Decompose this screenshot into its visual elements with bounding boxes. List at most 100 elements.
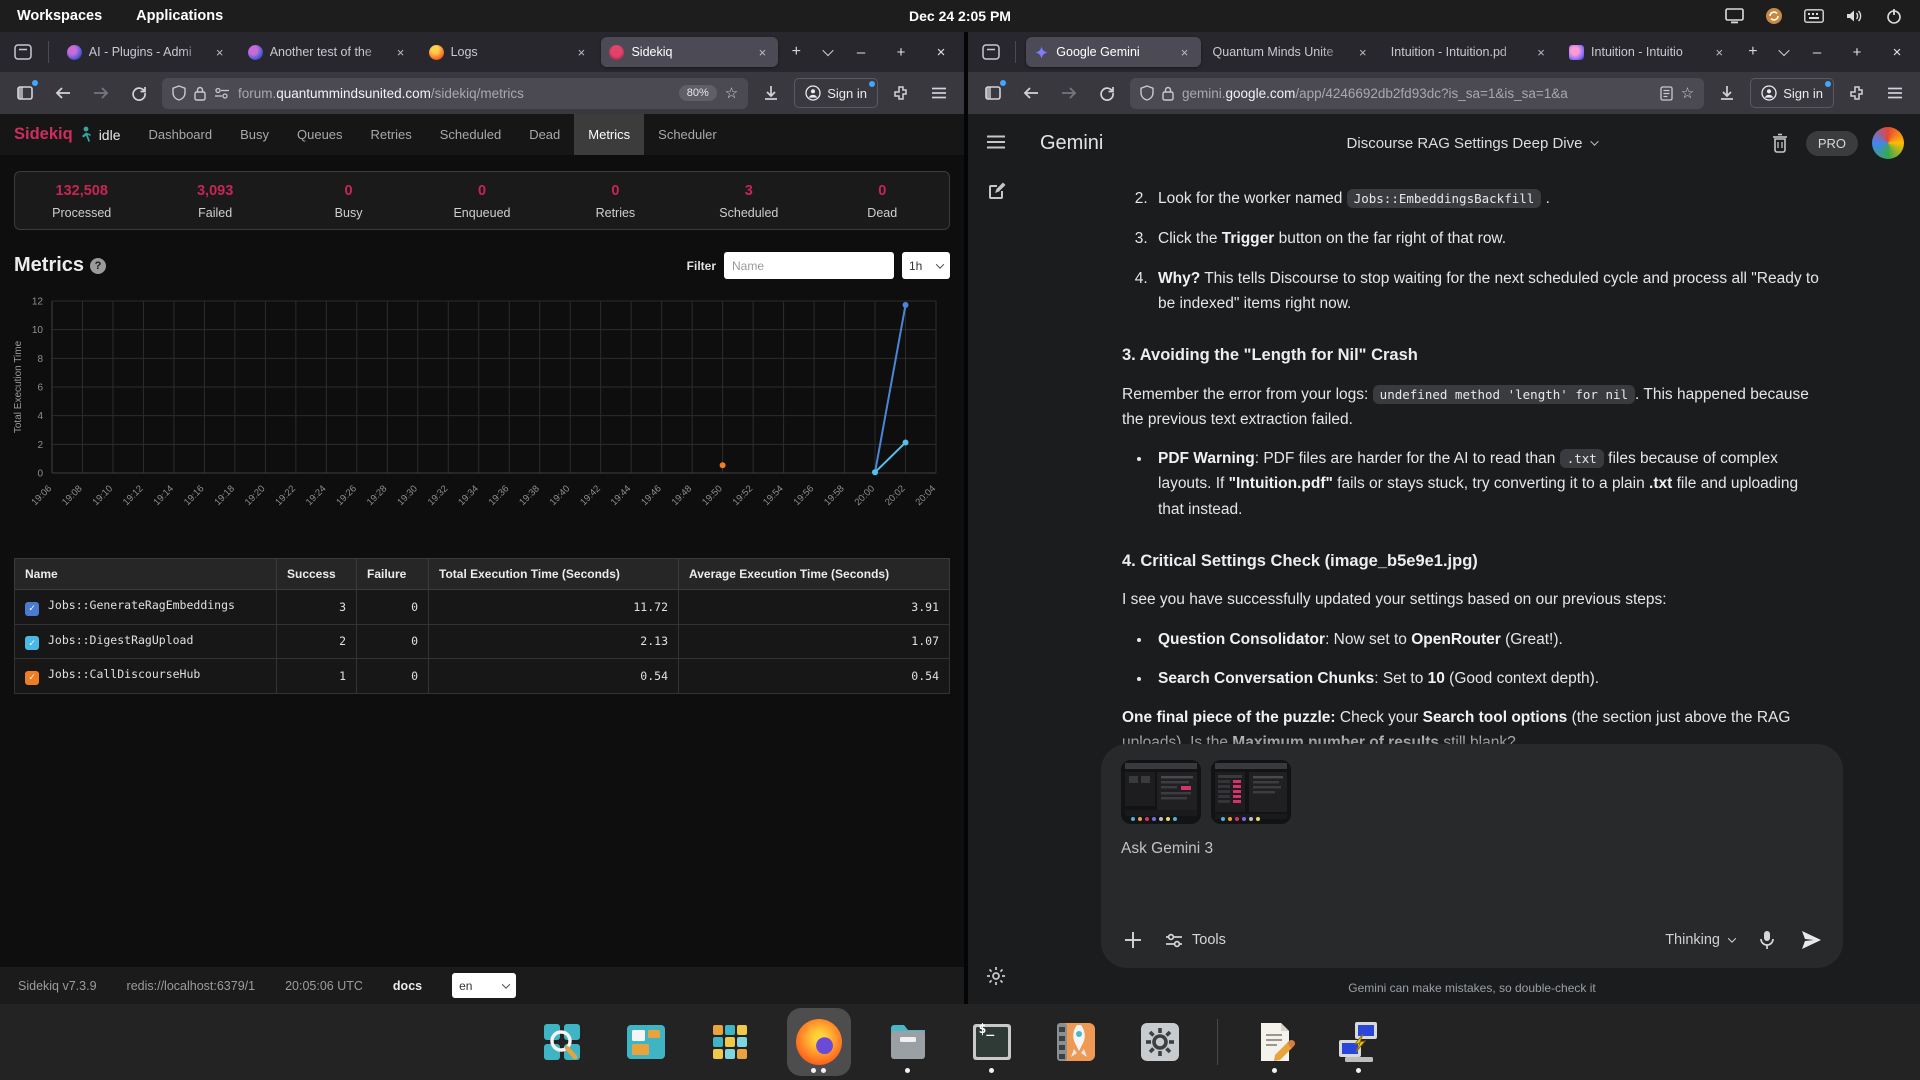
column-header-total[interactable]: Total Execution Time (Seconds) <box>428 558 679 590</box>
shield-icon[interactable] <box>172 85 186 101</box>
file-manager-icon[interactable] <box>881 1008 935 1076</box>
close-icon[interactable] <box>754 44 770 60</box>
remote-desktop-icon[interactable] <box>1332 1008 1386 1076</box>
tab-google-gemini[interactable]: Google Gemini <box>1026 37 1201 67</box>
send-icon[interactable] <box>1799 928 1823 952</box>
column-header-name[interactable]: Name <box>14 558 277 590</box>
tab-list-icon[interactable] <box>814 38 842 66</box>
column-header-success[interactable]: Success <box>276 558 357 590</box>
keyboard-icon[interactable] <box>1804 6 1824 26</box>
firefox-dock-icon[interactable] <box>786 1008 851 1076</box>
series-checkbox[interactable] <box>25 670 39 685</box>
close-window-button[interactable] <box>1882 39 1912 65</box>
sign-in-button[interactable]: Sign in <box>1750 78 1834 108</box>
new-tab-button[interactable] <box>1739 38 1766 66</box>
extensions-icon[interactable] <box>1842 78 1872 108</box>
minimize-button[interactable] <box>846 39 876 65</box>
attachment-thumbnail[interactable] <box>1121 760 1201 824</box>
new-chat-icon[interactable] <box>984 180 1008 204</box>
sidekiq-nav-scheduler[interactable]: Scheduler <box>644 114 731 155</box>
sidekiq-nav-queues[interactable]: Queues <box>283 114 357 155</box>
app-grid-icon[interactable] <box>703 1008 757 1076</box>
close-icon[interactable] <box>393 44 409 60</box>
app-finder-icon[interactable] <box>535 1008 589 1076</box>
tab-logs[interactable]: Logs <box>421 37 598 67</box>
delete-conversation-icon[interactable] <box>1768 131 1792 155</box>
zoom-level-badge[interactable]: 80% <box>678 85 717 101</box>
reload-icon[interactable] <box>1092 78 1122 108</box>
display-icon[interactable] <box>1724 6 1744 26</box>
address-bar[interactable]: forum.quantummindsunited.com/sidekiq/met… <box>162 77 749 109</box>
sidekiq-logo[interactable]: Sidekiq <box>14 125 73 144</box>
close-icon[interactable] <box>1711 44 1727 60</box>
lock-icon[interactable] <box>194 86 206 101</box>
attachment-thumbnail[interactable] <box>1211 760 1291 824</box>
model-mode-dropdown[interactable]: Thinking <box>1665 932 1737 948</box>
metrics-chart[interactable]: 0 2 4 6 8 10 12 19:06 19:08 19:10 19:12 19:14 19:16 1… <box>10 287 956 532</box>
downloads-icon[interactable] <box>756 78 786 108</box>
avatar[interactable] <box>1872 127 1904 159</box>
window-icon[interactable] <box>10 78 40 108</box>
bookmark-star-icon[interactable]: ☆ <box>725 84 738 102</box>
chart-point[interactable] <box>719 462 726 469</box>
chart-point[interactable] <box>902 439 909 446</box>
menu-icon[interactable] <box>924 78 954 108</box>
terminal-icon[interactable]: $_ <box>965 1008 1019 1076</box>
reload-icon[interactable] <box>124 78 154 108</box>
add-attachment-icon[interactable] <box>1121 928 1145 952</box>
sidekiq-nav-retries[interactable]: Retries <box>357 114 426 155</box>
language-select[interactable]: en <box>452 973 517 998</box>
firefox-view-icon[interactable] <box>8 38 38 66</box>
workspace-switcher-icon[interactable] <box>619 1008 673 1076</box>
tab-list-icon[interactable] <box>1771 38 1798 66</box>
tab-sidekiq[interactable]: Sidekiq <box>601 37 779 67</box>
clock[interactable]: Dec 24 2:05 PM <box>909 8 1011 24</box>
tab-ai-plugins[interactable]: AI - Plugins - Admi <box>59 37 236 67</box>
close-icon[interactable] <box>573 44 589 60</box>
menu-icon[interactable] <box>1880 78 1910 108</box>
sign-in-button[interactable]: Sign in <box>794 78 878 108</box>
firefox-view-icon[interactable] <box>976 38 1005 66</box>
prompt-input-box[interactable]: Ask Gemini 3 Tools Thinking <box>1101 744 1843 968</box>
tab-intuition[interactable]: Intuition - Intuitio <box>1561 37 1735 67</box>
window-icon[interactable] <box>978 78 1008 108</box>
series-checkbox[interactable] <box>25 601 39 616</box>
sidekiq-nav-busy[interactable]: Busy <box>226 114 283 155</box>
shield-icon[interactable] <box>1140 85 1154 101</box>
forward-icon[interactable] <box>1054 78 1084 108</box>
close-icon[interactable] <box>212 44 228 60</box>
tab-quantum-minds[interactable]: Quantum Minds Unite <box>1205 37 1379 67</box>
sidekiq-nav-dashboard[interactable]: Dashboard <box>134 114 226 155</box>
media-studio-icon[interactable] <box>1049 1008 1103 1076</box>
workspaces-menu[interactable]: Workspaces <box>0 0 119 32</box>
minimize-button[interactable] <box>1802 39 1832 65</box>
lock-icon[interactable] <box>1162 86 1174 101</box>
chart-point[interactable] <box>902 302 909 309</box>
column-header-average[interactable]: Average Execution Time (Seconds) <box>678 558 950 590</box>
sidekiq-nav-scheduled[interactable]: Scheduled <box>426 114 515 155</box>
power-icon[interactable] <box>1884 6 1904 26</box>
settings-gear-icon[interactable] <box>984 964 1008 988</box>
forward-icon[interactable] <box>86 78 116 108</box>
pro-badge[interactable]: PRO <box>1805 130 1858 156</box>
menu-icon[interactable] <box>984 130 1008 154</box>
volume-icon[interactable] <box>1844 6 1864 26</box>
column-header-failure[interactable]: Failure <box>356 558 429 590</box>
tab-another-test[interactable]: Another test of the <box>240 37 417 67</box>
extensions-icon[interactable] <box>886 78 916 108</box>
conversation-title-dropdown[interactable]: Discourse RAG Settings Deep Dive <box>1347 135 1599 152</box>
chart-point[interactable] <box>872 469 879 476</box>
back-icon[interactable] <box>48 78 78 108</box>
sidekiq-nav-dead[interactable]: Dead <box>515 114 574 155</box>
tools-button[interactable]: Tools <box>1165 932 1226 948</box>
reader-mode-icon[interactable] <box>1660 85 1673 101</box>
microphone-icon[interactable] <box>1755 928 1779 952</box>
series-checkbox[interactable] <box>25 636 39 650</box>
downloads-icon[interactable] <box>1712 78 1742 108</box>
applications-menu[interactable]: Applications <box>119 0 240 32</box>
prompt-placeholder[interactable]: Ask Gemini 3 <box>1121 840 1823 858</box>
time-range-select[interactable]: 1h <box>902 252 950 279</box>
close-window-button[interactable] <box>926 39 956 65</box>
maximize-button[interactable] <box>1842 39 1872 65</box>
new-tab-button[interactable] <box>782 38 810 66</box>
